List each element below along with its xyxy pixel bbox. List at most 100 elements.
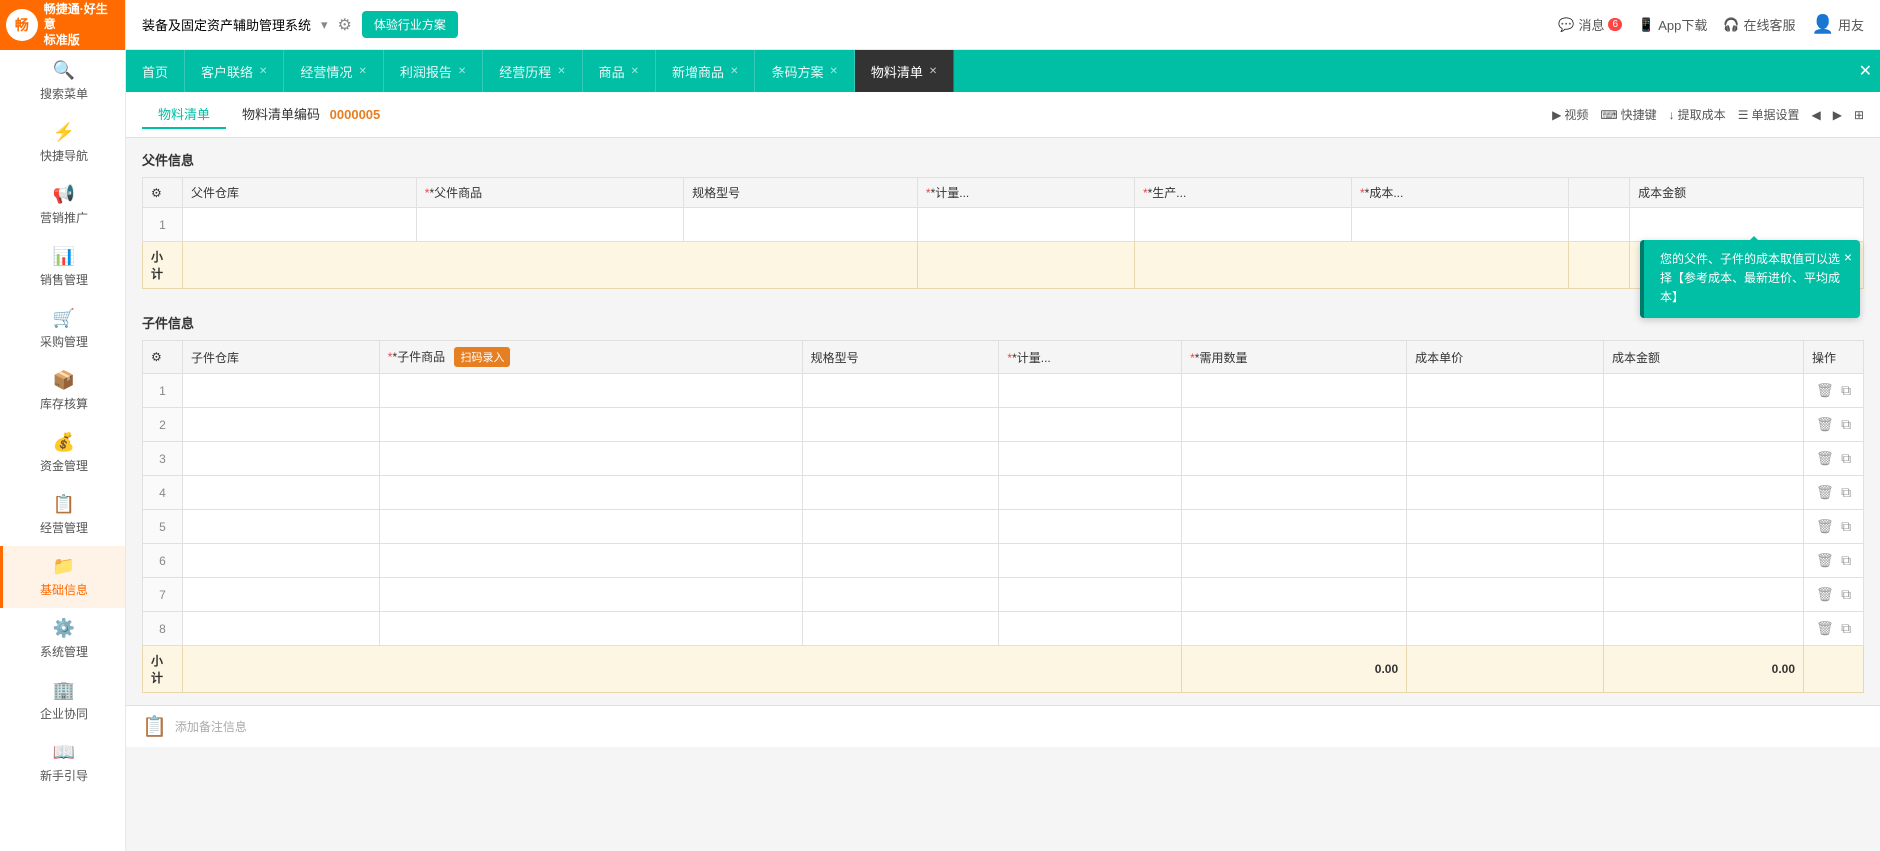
delete-icon[interactable]: 🗑 xyxy=(1816,416,1834,432)
child-cost-amount-cell[interactable] xyxy=(1604,408,1804,442)
delete-icon[interactable]: 🗑 xyxy=(1816,484,1834,500)
child-unit-cell[interactable] xyxy=(999,442,1182,476)
copy-icon[interactable]: ⧉ xyxy=(1841,586,1851,602)
dropdown-icon[interactable]: ▾ xyxy=(321,17,328,33)
parent-cost-cell[interactable] xyxy=(1351,208,1568,242)
child-unit-price-cell[interactable] xyxy=(1407,544,1604,578)
child-cost-amount-cell[interactable] xyxy=(1604,510,1804,544)
tooltip-close-button[interactable]: × xyxy=(1844,246,1852,268)
parent-warehouse-cell[interactable] xyxy=(183,208,417,242)
tab-bom[interactable]: 物料清单 ✕ xyxy=(855,50,954,92)
prev-icon[interactable]: ◀ xyxy=(1811,108,1820,122)
child-goods-cell[interactable] xyxy=(379,374,802,408)
child-unit-price-cell[interactable] xyxy=(1407,510,1604,544)
child-qty-cell[interactable] xyxy=(1182,442,1407,476)
page-tab-bom[interactable]: 物料清单 xyxy=(142,100,226,129)
user-item[interactable]: 👤 用友 xyxy=(1812,14,1864,35)
child-unit-cell[interactable] xyxy=(999,408,1182,442)
child-qty-cell[interactable] xyxy=(1182,612,1407,646)
child-qty-cell[interactable] xyxy=(1182,374,1407,408)
child-unit-price-cell[interactable] xyxy=(1407,442,1604,476)
child-warehouse-cell[interactable] xyxy=(183,578,380,612)
child-col-settings[interactable]: ⚙ xyxy=(143,341,183,374)
parent-cost-amount-cell[interactable] xyxy=(1630,208,1864,242)
child-cost-amount-cell[interactable] xyxy=(1604,544,1804,578)
child-unit-cell[interactable] xyxy=(999,612,1182,646)
child-unit-price-cell[interactable] xyxy=(1407,374,1604,408)
copy-icon[interactable]: ⧉ xyxy=(1841,518,1851,534)
delete-icon[interactable]: 🗑 xyxy=(1816,586,1834,602)
sidebar-item-quicknav[interactable]: ⚡ 快捷导航 xyxy=(0,112,125,174)
child-warehouse-cell[interactable] xyxy=(183,374,380,408)
tab-profit[interactable]: 利润报告 ✕ xyxy=(384,50,483,92)
delete-icon[interactable]: 🗑 xyxy=(1816,382,1834,398)
child-goods-cell[interactable] xyxy=(379,476,802,510)
delete-icon[interactable]: 🗑 xyxy=(1816,518,1834,534)
tab-goods[interactable]: 商品 ✕ xyxy=(583,50,656,92)
child-cost-amount-cell[interactable] xyxy=(1604,578,1804,612)
child-warehouse-cell[interactable] xyxy=(183,408,380,442)
child-goods-cell[interactable] xyxy=(379,510,802,544)
sidebar-item-marketing[interactable]: 📢 营销推广 xyxy=(0,174,125,236)
scan-input-button[interactable]: 扫码录入 xyxy=(454,347,510,367)
extract-cost-btn[interactable]: ↓ 提取成本 xyxy=(1669,106,1726,123)
child-unit-cell[interactable] xyxy=(999,544,1182,578)
single-settings-btn[interactable]: ☰ 单据设置 xyxy=(1738,106,1800,123)
child-qty-cell[interactable] xyxy=(1182,510,1407,544)
tab-barcode[interactable]: 条码方案 ✕ xyxy=(755,50,854,92)
sidebar-item-search[interactable]: 🔍 搜索菜单 xyxy=(0,50,125,112)
copy-icon[interactable]: ⧉ xyxy=(1841,484,1851,500)
sidebar-item-sales[interactable]: 📊 销售管理 xyxy=(0,236,125,298)
child-spec-cell[interactable] xyxy=(802,476,999,510)
parent-col-settings[interactable]: ⚙ xyxy=(143,178,183,208)
tab-close-icon[interactable]: ✕ xyxy=(557,66,565,77)
sidebar-item-guide[interactable]: 📖 新手引导 xyxy=(0,732,125,794)
child-spec-cell[interactable] xyxy=(802,408,999,442)
copy-icon[interactable]: ⧉ xyxy=(1841,620,1851,636)
child-qty-cell[interactable] xyxy=(1182,476,1407,510)
tab-close-icon[interactable]: ✕ xyxy=(730,66,738,77)
child-unit-price-cell[interactable] xyxy=(1407,612,1604,646)
online-service-item[interactable]: 🎧 在线客服 xyxy=(1723,15,1795,34)
tab-customers[interactable]: 客户联络 ✕ xyxy=(185,50,284,92)
sidebar-item-enterprise[interactable]: 🏢 企业协同 xyxy=(0,670,125,732)
settings-icon[interactable]: ⚙ xyxy=(338,15,352,35)
tab-operations[interactable]: 经营情况 ✕ xyxy=(284,50,383,92)
view-btn[interactable]: ▶ 视频 xyxy=(1552,106,1588,123)
child-goods-cell[interactable] xyxy=(379,442,802,476)
sidebar-item-finance[interactable]: 💰 资金管理 xyxy=(0,422,125,484)
child-spec-cell[interactable] xyxy=(802,442,999,476)
child-spec-cell[interactable] xyxy=(802,612,999,646)
child-spec-cell[interactable] xyxy=(802,544,999,578)
tab-close-icon[interactable]: ✕ xyxy=(458,66,466,77)
child-cost-amount-cell[interactable] xyxy=(1604,612,1804,646)
child-qty-cell[interactable] xyxy=(1182,544,1407,578)
child-warehouse-cell[interactable] xyxy=(183,510,380,544)
parent-unit-cell[interactable] xyxy=(917,208,1134,242)
child-unit-cell[interactable] xyxy=(999,476,1182,510)
child-spec-cell[interactable] xyxy=(802,510,999,544)
child-unit-price-cell[interactable] xyxy=(1407,578,1604,612)
tab-close-icon[interactable]: ✕ xyxy=(358,66,366,77)
tab-history[interactable]: 经营历程 ✕ xyxy=(483,50,582,92)
message-item[interactable]: 💬 消息 6 xyxy=(1558,15,1622,34)
grid-icon[interactable]: ⊞ xyxy=(1854,108,1864,122)
sidebar-item-purchase[interactable]: 🛒 采购管理 xyxy=(0,298,125,360)
tab-close-icon[interactable]: ✕ xyxy=(929,66,937,77)
child-qty-cell[interactable] xyxy=(1182,408,1407,442)
delete-icon[interactable]: 🗑 xyxy=(1816,552,1834,568)
child-goods-cell[interactable] xyxy=(379,612,802,646)
tab-add-goods[interactable]: 新增商品 ✕ xyxy=(656,50,755,92)
sidebar-item-basic-info[interactable]: 📁 基础信息 xyxy=(0,546,125,608)
child-goods-cell[interactable] xyxy=(379,408,802,442)
child-warehouse-cell[interactable] xyxy=(183,544,380,578)
child-unit-cell[interactable] xyxy=(999,578,1182,612)
sidebar-item-operations[interactable]: 📋 经营管理 xyxy=(0,484,125,546)
child-unit-cell[interactable] xyxy=(999,374,1182,408)
trial-button[interactable]: 体验行业方案 xyxy=(362,11,458,38)
copy-icon[interactable]: ⧉ xyxy=(1841,416,1851,432)
tab-close-icon[interactable]: ✕ xyxy=(829,66,837,77)
child-warehouse-cell[interactable] xyxy=(183,442,380,476)
copy-icon[interactable]: ⧉ xyxy=(1841,450,1851,466)
shortcut-btn[interactable]: ⌨ 快捷键 xyxy=(1600,106,1656,123)
